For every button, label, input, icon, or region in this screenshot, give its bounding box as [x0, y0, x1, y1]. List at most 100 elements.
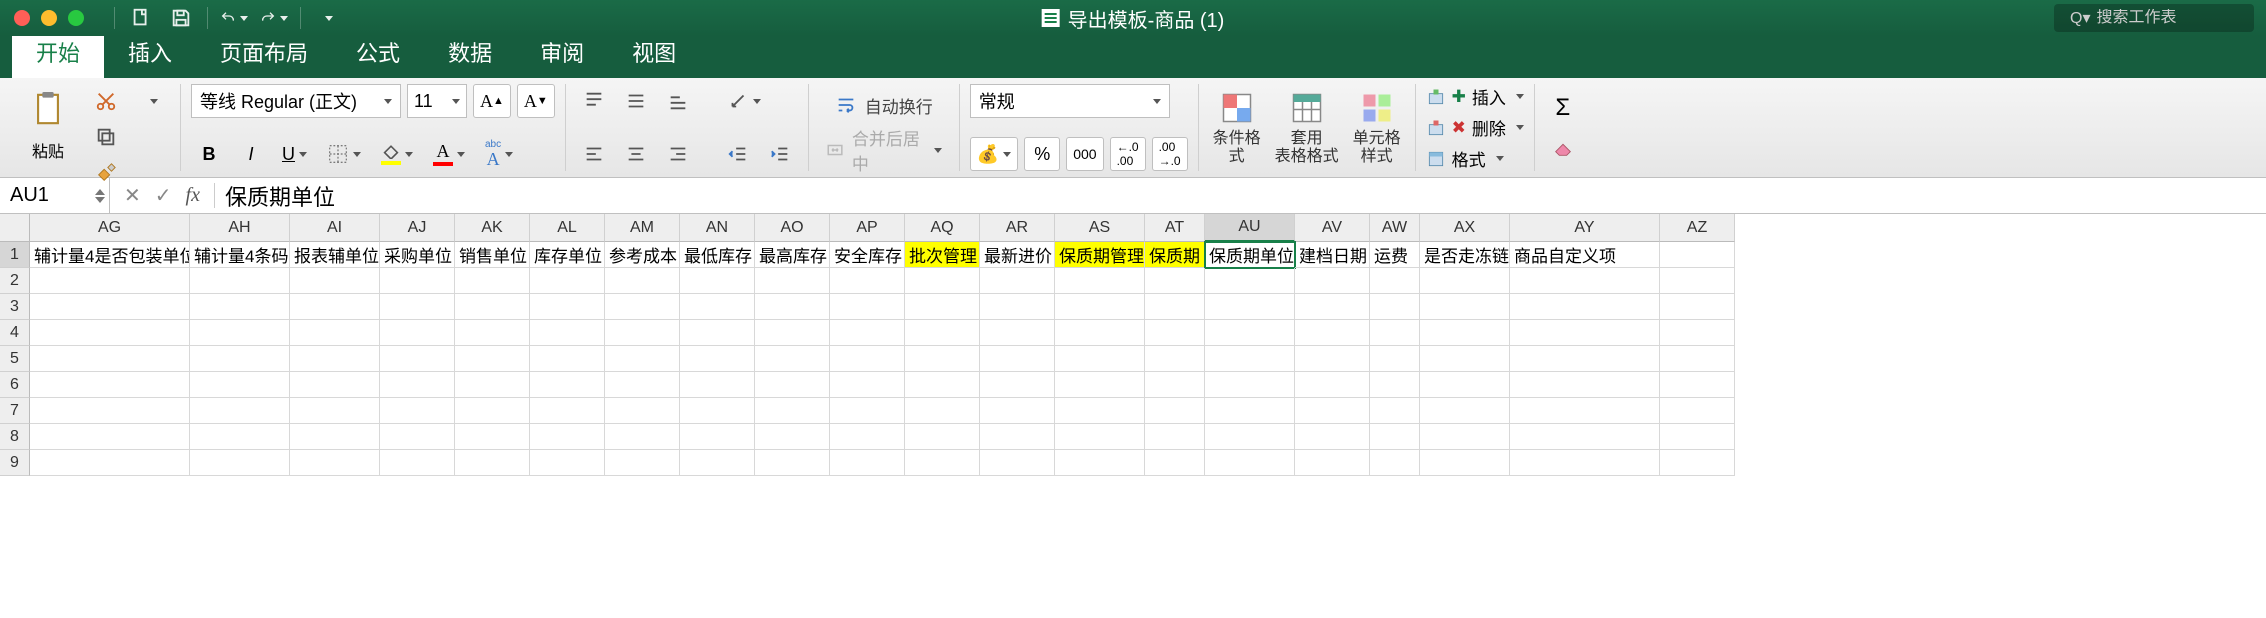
cell-AM7[interactable]: [605, 398, 680, 424]
row-header-4[interactable]: 4: [0, 320, 30, 346]
row-header-5[interactable]: 5: [0, 346, 30, 372]
cell-AJ7[interactable]: [380, 398, 455, 424]
cell-AJ1[interactable]: 采购单位: [380, 242, 455, 268]
increase-indent-button[interactable]: [762, 137, 798, 171]
cell-AJ4[interactable]: [380, 320, 455, 346]
window-minimize-button[interactable]: [41, 10, 57, 26]
format-cells-button[interactable]: 格式: [1426, 146, 1524, 171]
column-header-AY[interactable]: AY: [1510, 214, 1660, 242]
cell-AG8[interactable]: [30, 424, 190, 450]
cell-AK1[interactable]: 销售单位: [455, 242, 530, 268]
cell-AP9[interactable]: [830, 450, 905, 476]
align-bottom-button[interactable]: [660, 84, 696, 118]
cell-AV4[interactable]: [1295, 320, 1370, 346]
cell-AO4[interactable]: [755, 320, 830, 346]
cell-AS7[interactable]: [1055, 398, 1145, 424]
cell-AY6[interactable]: [1510, 372, 1660, 398]
column-header-AH[interactable]: AH: [190, 214, 290, 242]
cell-AR7[interactable]: [980, 398, 1055, 424]
cell-AX4[interactable]: [1420, 320, 1510, 346]
insert-cells-button[interactable]: ✚插入: [1426, 84, 1524, 109]
column-header-AS[interactable]: AS: [1055, 214, 1145, 242]
cell-AI1[interactable]: 报表辅单位: [290, 242, 380, 268]
cell-AQ9[interactable]: [905, 450, 980, 476]
cell-AG9[interactable]: [30, 450, 190, 476]
cell-AX7[interactable]: [1420, 398, 1510, 424]
cell-AU4[interactable]: [1205, 320, 1295, 346]
increase-decimal-button[interactable]: ←.0.00: [1110, 137, 1146, 171]
cell-AT5[interactable]: [1145, 346, 1205, 372]
spreadsheet-grid[interactable]: 123456789 AGAHAIAJAKALAMANAOAPAQARASATAU…: [0, 214, 2266, 476]
cell-AU1[interactable]: 保质期单位: [1205, 242, 1295, 268]
cell-AK8[interactable]: [455, 424, 530, 450]
search-input[interactable]: [2096, 9, 2266, 27]
column-header-AK[interactable]: AK: [455, 214, 530, 242]
cell-AH9[interactable]: [190, 450, 290, 476]
cell-AY9[interactable]: [1510, 450, 1660, 476]
cell-AY7[interactable]: [1510, 398, 1660, 424]
cell-AS6[interactable]: [1055, 372, 1145, 398]
cell-AN1[interactable]: 最低库存: [680, 242, 755, 268]
column-header-AI[interactable]: AI: [290, 214, 380, 242]
cell-AH7[interactable]: [190, 398, 290, 424]
cell-AS2[interactable]: [1055, 268, 1145, 294]
cell-AK7[interactable]: [455, 398, 530, 424]
cell-AJ2[interactable]: [380, 268, 455, 294]
cell-AS9[interactable]: [1055, 450, 1145, 476]
cell-AL3[interactable]: [530, 294, 605, 320]
column-header-AT[interactable]: AT: [1145, 214, 1205, 242]
cell-AH2[interactable]: [190, 268, 290, 294]
cell-AZ2[interactable]: [1660, 268, 1735, 294]
cell-AL2[interactable]: [530, 268, 605, 294]
column-header-AG[interactable]: AG: [30, 214, 190, 242]
cut-button[interactable]: [88, 84, 124, 118]
cell-AG3[interactable]: [30, 294, 190, 320]
cell-AO3[interactable]: [755, 294, 830, 320]
cell-AL4[interactable]: [530, 320, 605, 346]
cell-AS3[interactable]: [1055, 294, 1145, 320]
autosum-button[interactable]: Σ: [1545, 91, 1581, 125]
copy-button[interactable]: [88, 120, 124, 154]
cell-AU8[interactable]: [1205, 424, 1295, 450]
clear-button[interactable]: [1545, 131, 1581, 165]
cell-AZ7[interactable]: [1660, 398, 1735, 424]
cell-AN7[interactable]: [680, 398, 755, 424]
cell-AU7[interactable]: [1205, 398, 1295, 424]
align-center-button[interactable]: [618, 137, 654, 171]
window-maximize-button[interactable]: [68, 10, 84, 26]
align-left-button[interactable]: [576, 137, 612, 171]
cell-AP4[interactable]: [830, 320, 905, 346]
cell-AX8[interactable]: [1420, 424, 1510, 450]
cell-AO1[interactable]: 最高库存: [755, 242, 830, 268]
cell-AL8[interactable]: [530, 424, 605, 450]
cell-AV2[interactable]: [1295, 268, 1370, 294]
cell-AQ7[interactable]: [905, 398, 980, 424]
cell-AK5[interactable]: [455, 346, 530, 372]
comma-button[interactable]: 000: [1066, 137, 1103, 171]
cell-AM2[interactable]: [605, 268, 680, 294]
qat-redo-icon[interactable]: [260, 4, 288, 32]
row-header-8[interactable]: 8: [0, 424, 30, 450]
cell-AJ9[interactable]: [380, 450, 455, 476]
column-header-AU[interactable]: AU: [1205, 214, 1295, 242]
column-header-AZ[interactable]: AZ: [1660, 214, 1735, 242]
cell-AW8[interactable]: [1370, 424, 1420, 450]
cell-AW3[interactable]: [1370, 294, 1420, 320]
cell-AO6[interactable]: [755, 372, 830, 398]
cell-AT1[interactable]: 保质期: [1145, 242, 1205, 268]
cell-AU5[interactable]: [1205, 346, 1295, 372]
cell-AL6[interactable]: [530, 372, 605, 398]
decrease-decimal-button[interactable]: .00→.0: [1152, 137, 1188, 171]
cell-AV5[interactable]: [1295, 346, 1370, 372]
cell-AJ6[interactable]: [380, 372, 455, 398]
conditional-format-button[interactable]: 条件格式: [1209, 90, 1265, 165]
cell-AZ4[interactable]: [1660, 320, 1735, 346]
formula-input[interactable]: [215, 183, 2266, 209]
cell-AI5[interactable]: [290, 346, 380, 372]
cell-AK9[interactable]: [455, 450, 530, 476]
cell-AH3[interactable]: [190, 294, 290, 320]
qat-new-icon[interactable]: [127, 4, 155, 32]
wrap-text-button[interactable]: 自动换行: [819, 90, 949, 120]
cell-AR9[interactable]: [980, 450, 1055, 476]
cell-AW2[interactable]: [1370, 268, 1420, 294]
